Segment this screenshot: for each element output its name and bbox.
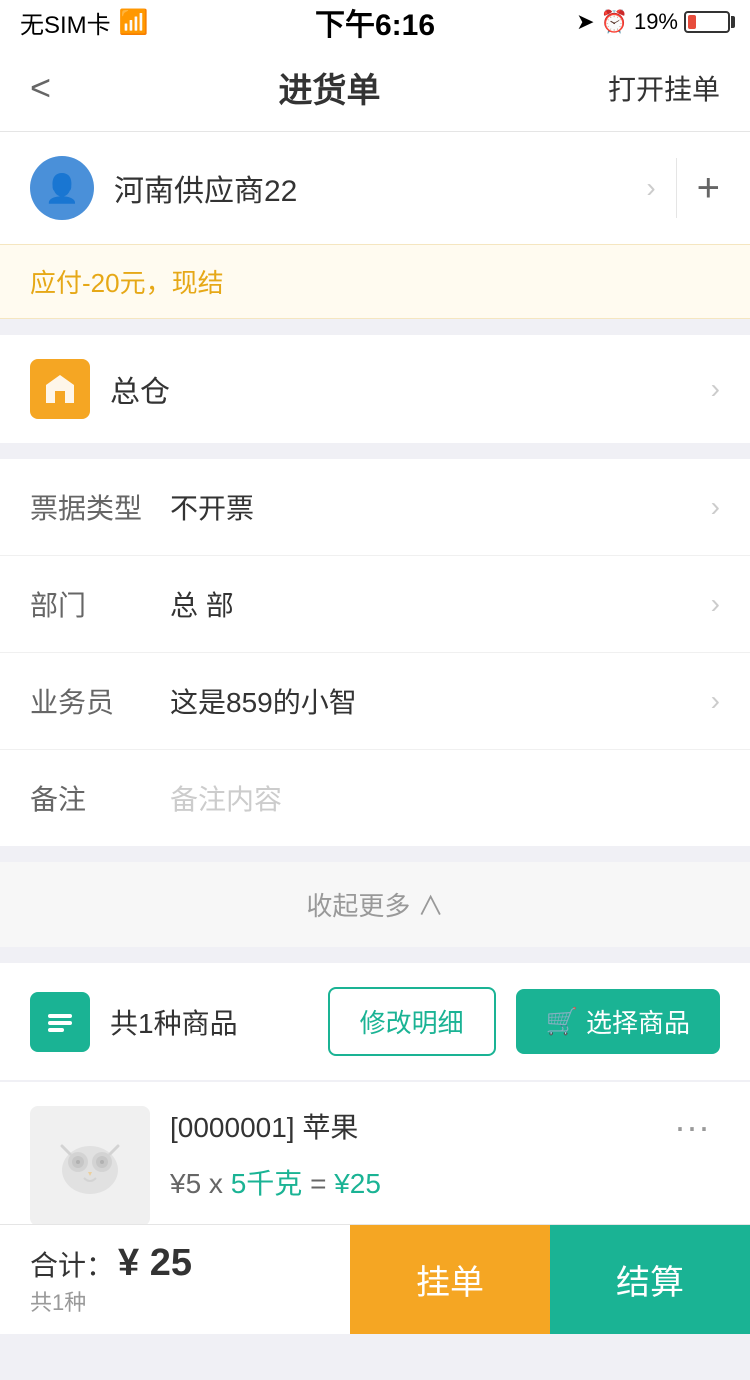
battery-percent: 19%: [634, 9, 678, 35]
total-section: 合计： ¥ 25 共1种: [0, 1225, 350, 1334]
hang-label: 挂单: [416, 1255, 484, 1304]
warehouse-name: 总仓: [110, 367, 711, 411]
salesman-chevron-icon: ›: [711, 685, 720, 717]
department-chevron-icon: ›: [711, 588, 720, 620]
add-supplier-button[interactable]: +: [697, 166, 720, 211]
supplier-warning: 应付-20元，现结: [0, 244, 750, 319]
salesman-row[interactable]: 业务员 这是859的小智 ›: [0, 653, 750, 750]
salesman-value: 这是859的小智: [150, 681, 711, 721]
price-text: ¥5 x: [170, 1168, 231, 1199]
total-label: 合计：: [30, 1244, 114, 1284]
settle-label: 结算: [616, 1255, 684, 1304]
hang-button[interactable]: 挂单: [350, 1225, 550, 1334]
vertical-divider: [676, 158, 677, 218]
equals-text: =: [310, 1168, 334, 1199]
ticket-type-value: 不开票: [150, 487, 711, 527]
warehouse-row[interactable]: 总仓 ›: [0, 335, 750, 443]
salesman-label: 业务员: [30, 681, 150, 721]
product-count-text: 共1种商品: [110, 1002, 308, 1042]
product-code: [0000001] 苹果: [170, 1112, 358, 1143]
status-bar-right: ➤ ⏰ 19%: [576, 9, 730, 35]
alarm-icon: ⏰: [601, 9, 628, 35]
supplier-chevron-icon: ›: [646, 172, 655, 204]
collapse-row[interactable]: 收起更多 ∧: [0, 862, 750, 947]
form-card: 票据类型 不开票 › 部门 总 部 › 业务员 这是859的小智 › 备注 备注…: [0, 459, 750, 846]
bottom-bar: 合计： ¥ 25 共1种 挂单 结算: [0, 1224, 750, 1334]
department-row[interactable]: 部门 总 部 ›: [0, 556, 750, 653]
department-label: 部门: [30, 584, 150, 624]
wifi-icon: 📶: [119, 8, 149, 37]
settle-button[interactable]: 结算: [550, 1225, 750, 1334]
total-count: 共1种: [30, 1285, 320, 1317]
back-button[interactable]: <: [30, 67, 51, 109]
ticket-type-label: 票据类型: [30, 487, 150, 527]
status-bar-time: 下午6:16: [315, 0, 435, 44]
carrier-text: 无SIM卡: [20, 5, 111, 40]
status-bar: 无SIM卡 📶 下午6:16 ➤ ⏰ 19%: [0, 0, 750, 44]
collapse-label: 收起更多 ∧: [306, 886, 443, 923]
warehouse-chevron-icon: ›: [711, 373, 720, 405]
battery-icon: [684, 11, 730, 33]
product-thumbnail: [30, 1106, 150, 1226]
quantity-text: 5千克: [231, 1168, 303, 1199]
warehouse-card: 总仓 ›: [0, 335, 750, 443]
location-icon: ➤: [576, 9, 594, 35]
ticket-type-row[interactable]: 票据类型 不开票 ›: [0, 459, 750, 556]
edit-detail-button[interactable]: 修改明细: [328, 987, 496, 1056]
nav-bar: < 进货单 打开挂单: [0, 44, 750, 132]
supplier-card: 👤 河南供应商22 › + 应付-20元，现结: [0, 132, 750, 319]
supplier-row[interactable]: 👤 河南供应商22 › +: [0, 132, 750, 244]
avatar-icon: 👤: [45, 172, 80, 205]
select-product-button[interactable]: 🛒 选择商品: [516, 989, 720, 1054]
product-price: ¥5 x 5千克 = ¥25: [170, 1162, 644, 1202]
product-header: 共1种商品 修改明细 🛒 选择商品: [0, 963, 750, 1080]
product-count-icon: [30, 992, 90, 1052]
product-info: [0000001] 苹果 ¥5 x 5千克 = ¥25: [170, 1106, 644, 1202]
status-bar-left: 无SIM卡 📶: [20, 5, 149, 40]
product-name: [0000001] 苹果: [170, 1106, 644, 1146]
remark-label: 备注: [30, 778, 150, 818]
supplier-name: 河南供应商22: [114, 166, 646, 210]
open-pending-button[interactable]: 打开挂单: [608, 68, 720, 108]
select-product-label: 选择商品: [586, 1003, 690, 1040]
department-value: 总 部: [150, 584, 711, 624]
total-amount: ¥ 25: [118, 1242, 192, 1285]
supplier-avatar: 👤: [30, 156, 94, 220]
product-more-button[interactable]: ···: [664, 1106, 720, 1148]
cart-icon: 🛒: [546, 1006, 578, 1037]
main-content: 👤 河南供应商22 › + 应付-20元，现结 总仓 › 票据类型 不开票: [0, 132, 750, 1380]
total-price-text: ¥25: [334, 1168, 381, 1199]
remark-placeholder: 备注内容: [150, 778, 720, 818]
warehouse-icon: [30, 359, 90, 419]
remark-row[interactable]: 备注 备注内容: [0, 750, 750, 846]
ticket-type-chevron-icon: ›: [711, 491, 720, 523]
page-title: 进货单: [279, 63, 381, 112]
spacer2: [0, 947, 750, 963]
spacer1: [0, 319, 750, 335]
